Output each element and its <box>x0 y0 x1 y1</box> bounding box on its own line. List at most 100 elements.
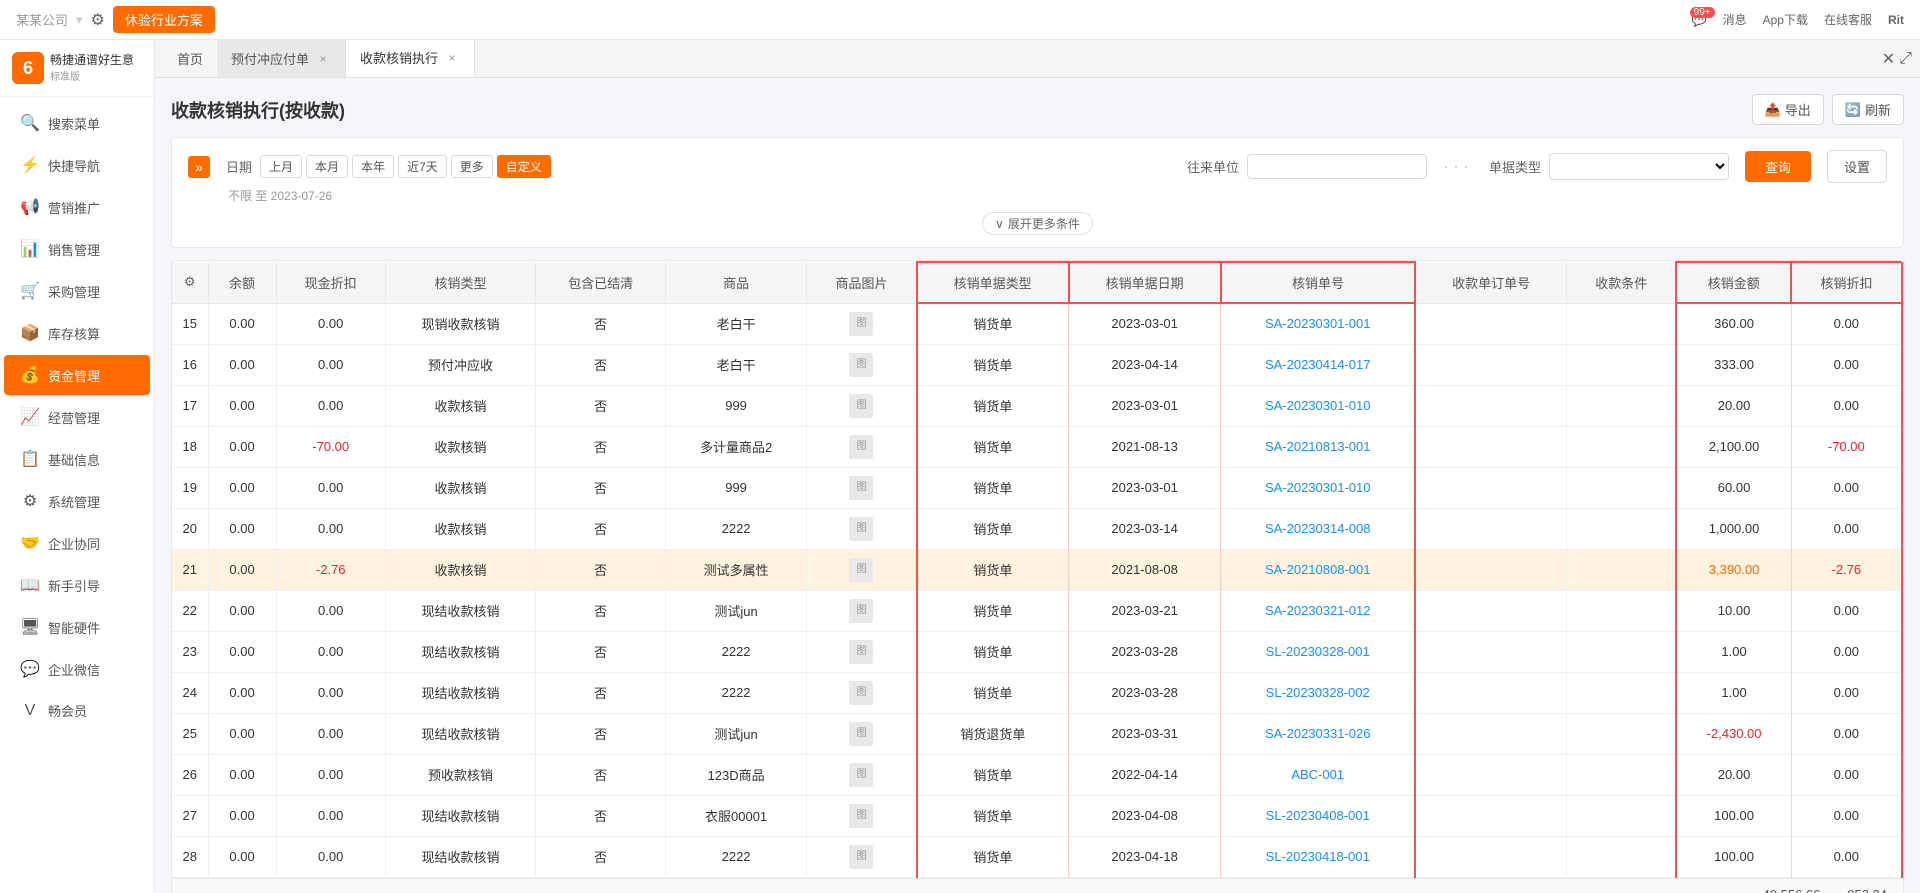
sidebar-icon-2: 📢 <box>20 197 40 217</box>
td-writeoff-amount-4: 60.00 <box>1676 467 1791 508</box>
sidebar-item-0[interactable]: 🔍搜索菜单 <box>4 103 150 143</box>
tab-prepayment-close[interactable]: × <box>315 51 331 67</box>
td-writeoff-doc-no-5[interactable]: SA-20230314-008 <box>1221 508 1416 549</box>
td-include-settled-11: 否 <box>536 754 666 795</box>
gear-button[interactable]: ⚙ <box>91 10 105 30</box>
date-label: 日期 <box>226 157 252 176</box>
doc-no-link-0[interactable]: SA-20230301-001 <box>1265 316 1371 331</box>
td-receipt-condition-2 <box>1566 385 1676 426</box>
td-writeoff-discount-3: -70.00 <box>1791 426 1902 467</box>
tab-home[interactable]: 首页 <box>163 40 217 77</box>
query-button[interactable]: 查询 <box>1745 151 1811 182</box>
doc-no-link-13[interactable]: SL-20230418-001 <box>1266 849 1370 864</box>
table-row: 17 0.00 0.00 收款核销 否 999 图 销货单 2023-03-01… <box>172 385 1902 426</box>
doc-no-link-3[interactable]: SA-20210813-001 <box>1265 439 1371 454</box>
top-bar-left: 某某公司 ▾ ⚙ 休验行业方案 <box>16 6 1680 33</box>
td-writeoff-doc-no-7[interactable]: SA-20230321-012 <box>1221 590 1416 631</box>
td-writeoff-doc-no-6[interactable]: SA-20210808-001 <box>1221 549 1416 590</box>
sidebar-item-2[interactable]: 📢营销推广 <box>4 187 150 227</box>
td-id-7: 22 <box>172 590 208 631</box>
sidebar-item-14[interactable]: V畅会员 <box>4 691 150 730</box>
td-cash-discount-3: -70.00 <box>276 426 385 467</box>
industry-btn[interactable]: 休验行业方案 <box>113 6 215 33</box>
sidebar-item-5[interactable]: 📦库存核算 <box>4 313 150 353</box>
td-receipt-order-no-6 <box>1415 549 1566 590</box>
sidebar-item-11[interactable]: 📖新手引导 <box>4 565 150 605</box>
td-writeoff-type-5: 收款核销 <box>385 508 535 549</box>
doc-no-link-4[interactable]: SA-20230301-010 <box>1265 480 1371 495</box>
td-receipt-condition-3 <box>1566 426 1676 467</box>
sidebar-item-4[interactable]: 🛒采购管理 <box>4 271 150 311</box>
td-writeoff-doc-no-2[interactable]: SA-20230301-010 <box>1221 385 1416 426</box>
expand-conditions-btn[interactable]: ∨ 展开更多条件 <box>982 212 1093 235</box>
td-writeoff-doc-no-3[interactable]: SA-20210813-001 <box>1221 426 1416 467</box>
td-product-10: 测试jun <box>665 713 806 754</box>
doc-no-link-2[interactable]: SA-20230301-010 <box>1265 398 1371 413</box>
doc-no-link-5[interactable]: SA-20230314-008 <box>1265 521 1371 536</box>
td-balance-11: 0.00 <box>208 754 276 795</box>
date-prev-month[interactable]: 上月 <box>260 155 302 178</box>
close-window-btn[interactable]: ✕ <box>1882 49 1895 69</box>
th-writeoff-type: 核销类型 <box>385 262 535 303</box>
date-this-month[interactable]: 本月 <box>306 155 348 178</box>
td-writeoff-doc-no-9[interactable]: SL-20230328-002 <box>1221 672 1416 713</box>
td-writeoff-doc-no-8[interactable]: SL-20230328-001 <box>1221 631 1416 672</box>
doc-no-link-10[interactable]: SA-20230331-026 <box>1265 726 1371 741</box>
tab-prepayment[interactable]: 预付冲应付单 × <box>217 40 346 77</box>
partner-input[interactable] <box>1247 154 1427 179</box>
sidebar-item-1[interactable]: ⚡快捷导航 <box>4 145 150 185</box>
td-id-1: 16 <box>172 344 208 385</box>
sidebar-icon-8: 📋 <box>20 449 40 469</box>
td-writeoff-doc-date-6: 2021-08-08 <box>1069 549 1221 590</box>
sidebar-item-9[interactable]: ⚙系统管理 <box>4 481 150 521</box>
td-include-settled-6: 否 <box>536 549 666 590</box>
td-writeoff-discount-4: 0.00 <box>1791 467 1902 508</box>
sidebar-item-13[interactable]: 💬企业微信 <box>4 649 150 689</box>
td-writeoff-doc-no-12[interactable]: SL-20230408-001 <box>1221 795 1416 836</box>
doc-no-link-8[interactable]: SL-20230328-001 <box>1266 644 1370 659</box>
export-button[interactable]: 📤 导出 <box>1752 94 1824 125</box>
doc-no-link-11[interactable]: ABC-001 <box>1291 767 1344 782</box>
dots-separator: ··· <box>1443 156 1473 177</box>
td-writeoff-amount-3: 2,100.00 <box>1676 426 1791 467</box>
sidebar-item-6[interactable]: 💰资金管理 <box>4 355 150 395</box>
td-receipt-order-no-10 <box>1415 713 1566 754</box>
date-this-year[interactable]: 本年 <box>352 155 394 178</box>
date-more[interactable]: 更多 <box>451 155 493 178</box>
doc-no-link-6[interactable]: SA-20210808-001 <box>1265 562 1371 577</box>
th-settings[interactable]: ⚙ <box>172 262 208 303</box>
sidebar-item-3[interactable]: 📊销售管理 <box>4 229 150 269</box>
doc-no-link-7[interactable]: SA-20230321-012 <box>1265 603 1371 618</box>
tab-writeoff[interactable]: 收款核销执行 × <box>346 40 475 77</box>
sidebar-item-7[interactable]: 📈经营管理 <box>4 397 150 437</box>
td-cash-discount-2: 0.00 <box>276 385 385 426</box>
doc-no-link-12[interactable]: SL-20230408-001 <box>1266 808 1370 823</box>
td-cash-discount-7: 0.00 <box>276 590 385 631</box>
td-writeoff-doc-type-10: 销货退货单 <box>917 713 1069 754</box>
th-receipt-condition: 收款条件 <box>1566 262 1676 303</box>
order-type-select[interactable] <box>1549 153 1729 180</box>
td-balance-12: 0.00 <box>208 795 276 836</box>
td-writeoff-doc-no-1[interactable]: SA-20230414-017 <box>1221 344 1416 385</box>
td-writeoff-doc-no-11[interactable]: ABC-001 <box>1221 754 1416 795</box>
doc-no-link-1[interactable]: SA-20230414-017 <box>1265 357 1371 372</box>
expand-window-btn[interactable]: ⤢ <box>1899 49 1912 69</box>
td-writeoff-doc-no-13[interactable]: SL-20230418-001 <box>1221 836 1416 877</box>
td-writeoff-doc-no-10[interactable]: SA-20230331-026 <box>1221 713 1416 754</box>
setting-button[interactable]: 设置 <box>1827 150 1887 183</box>
sidebar-item-8[interactable]: 📋基础信息 <box>4 439 150 479</box>
tab-writeoff-close[interactable]: × <box>444 50 460 66</box>
td-writeoff-doc-no-4[interactable]: SA-20230301-010 <box>1221 467 1416 508</box>
online-service[interactable]: 在线客服 <box>1824 11 1872 28</box>
sidebar-item-10[interactable]: 🤝企业协同 <box>4 523 150 563</box>
date-custom[interactable]: 自定义 <box>497 155 551 178</box>
date-7days[interactable]: 近7天 <box>398 155 447 178</box>
td-writeoff-doc-no-0[interactable]: SA-20230301-001 <box>1221 303 1416 344</box>
app-download[interactable]: App下载 <box>1763 11 1808 28</box>
refresh-button[interactable]: 🔄 刷新 <box>1832 94 1904 125</box>
td-writeoff-amount-6: 3,390.00 <box>1676 549 1791 590</box>
message-badge[interactable]: 💬 99+ <box>1692 13 1707 27</box>
filter-toggle-btn[interactable]: » <box>188 156 210 178</box>
doc-no-link-9[interactable]: SL-20230328-002 <box>1266 685 1370 700</box>
sidebar-item-12[interactable]: 🖥智能硬件 <box>4 607 150 647</box>
